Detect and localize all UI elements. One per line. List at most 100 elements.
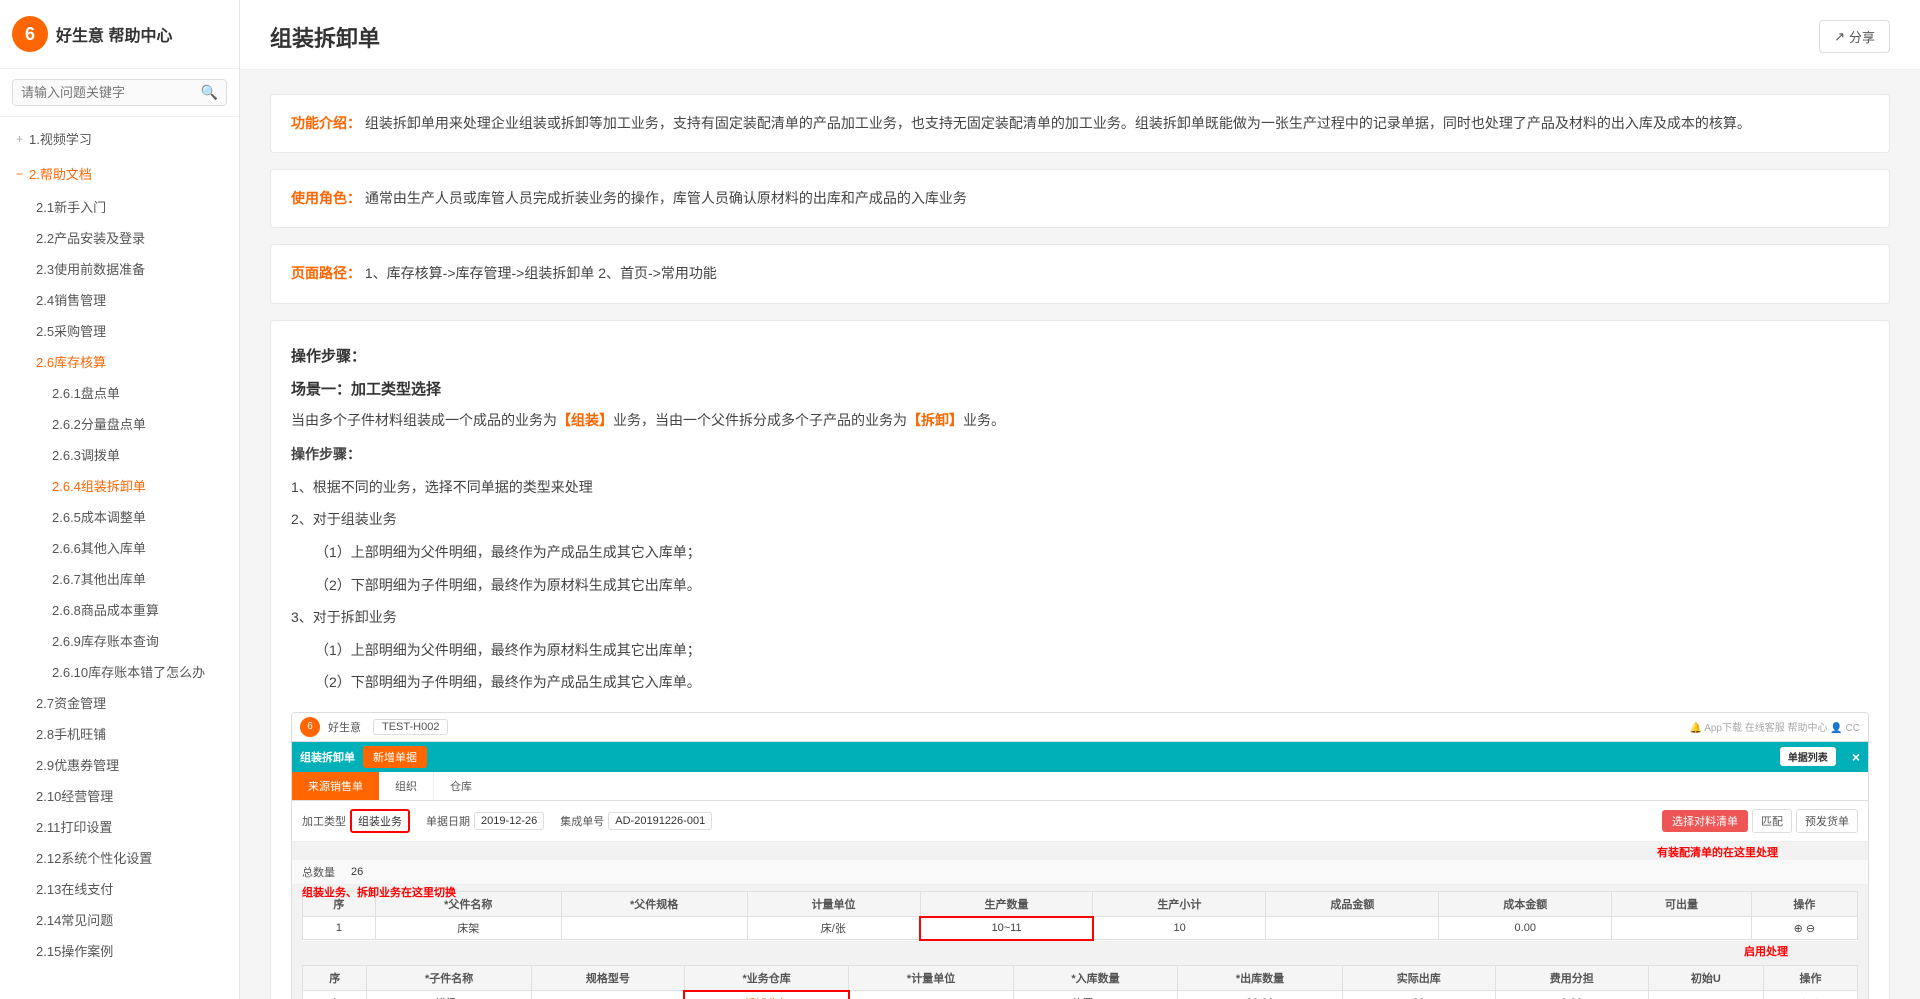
sidebar-item-label: 2.帮助文档	[29, 164, 92, 183]
upper-th-2: *父件规格	[561, 891, 747, 917]
mock-match-btn[interactable]: 匹配	[1752, 809, 1792, 833]
step2-1: （1）上部明细为父件明细，最终作为产成品生成其它入库单；	[291, 539, 1869, 566]
upper-cell-amount	[1266, 917, 1439, 940]
search-box: 🔍	[0, 69, 239, 117]
step1: 1、根据不同的业务，选择不同单据的类型来处理	[291, 474, 1869, 501]
sidebar-item-inventory[interactable]: 2.6库存核算	[0, 346, 239, 377]
step2: 2、对于组装业务	[291, 506, 1869, 533]
sidebar-item-other-out[interactable]: 2.6.7其他出库单	[0, 563, 239, 594]
sidebar-item-install[interactable]: 2.2产品安装及登录	[0, 222, 239, 253]
sidebar-item-newbie[interactable]: 2.1新手入门	[0, 191, 239, 222]
mock-upper-table: 序 *父件名称 *父件规格 计量单位 生产数量 生产小计 成品金额 成本金额 可…	[302, 891, 1858, 941]
func-intro-block: 功能介绍： 组装拆卸单用来处理企业组装或拆卸等加工业务，支持有固定装配清单的产品…	[270, 94, 1890, 153]
lower-th-9: 初始U	[1648, 965, 1763, 991]
sidebar-item-coupon[interactable]: 2.9优惠券管理	[0, 749, 239, 780]
sidebar-item-stock-error[interactable]: 2.6.10库存账本错了怎么办	[0, 656, 239, 687]
upper-cell-qty[interactable]: 10~11	[920, 917, 1093, 940]
mock-date-val[interactable]: 2019-12-26	[474, 812, 544, 830]
step3-1: （1）上部明细为父件明细，最终作为原材料生成其它出库单；	[291, 637, 1869, 664]
mock-topbar-id: TEST-H002	[373, 719, 448, 735]
mock-type-label: 加工类型	[302, 813, 346, 829]
sidebar-item-transfer[interactable]: 2.6.3调拨单	[0, 439, 239, 470]
mock-tab-new[interactable]: 来源销售单	[292, 772, 379, 800]
role-label: 使用角色：	[291, 190, 361, 206]
sidebar-item-other-in[interactable]: 2.6.6其他入库单	[0, 532, 239, 563]
annotation3-text: 启用处理	[292, 943, 1868, 963]
lower-cell-warehouse[interactable]: 拆卸业务	[684, 991, 848, 999]
sidebar-item-print[interactable]: 2.11打印设置	[0, 811, 239, 842]
mock-lower-table-wrap: 序 *子件名称 规格型号 *业务仓库 *计量单位 *入库数量 *出库数量 实际出…	[302, 965, 1858, 999]
mock-type-field: 加工类型 组装业务	[302, 809, 410, 833]
sidebar-item-faq[interactable]: 2.14常见问题	[0, 904, 239, 935]
sidebar-item-partial-stocktake[interactable]: 2.6.2分量盘点单	[0, 408, 239, 439]
sidebar-item-ops[interactable]: 2.10经营管理	[0, 780, 239, 811]
upper-cell-avail	[1612, 917, 1752, 940]
sidebar-item-docs[interactable]: − 2.帮助文档	[0, 156, 239, 191]
sidebar-item-cost-recalc[interactable]: 2.6.8商品成本重算	[0, 594, 239, 625]
sidebar-item-data-prep[interactable]: 2.3使用前数据准备	[0, 253, 239, 284]
mock-form-area: 加工类型 组装业务 单据日期 2019-12-26 集成单号 AD-201912…	[292, 801, 1868, 842]
sidebar-item-finance[interactable]: 2.7资金管理	[0, 687, 239, 718]
mock-date-field: 单据日期 2019-12-26	[426, 812, 544, 830]
mock-count-val: 26	[351, 866, 363, 878]
sidebar-item-customize[interactable]: 2.12系统个性化设置	[0, 842, 239, 873]
sidebar-item-stock-ledger[interactable]: 2.6.9库存账本查询	[0, 625, 239, 656]
step3: 3、对于拆卸业务	[291, 604, 1869, 631]
mock-bom-btn[interactable]: 选择对料清单	[1662, 810, 1748, 832]
upper-th-6: 成品金额	[1266, 891, 1439, 917]
mock-count-label: 总数量	[302, 864, 335, 880]
func-intro-text: 组装拆卸单用来处理企业组装或拆卸等加工业务，支持有固定装配清单的产品加工业务，也…	[365, 115, 1751, 131]
lower-th-8: 费用分担	[1495, 965, 1648, 991]
upper-cell-cost: 0.00	[1439, 917, 1612, 940]
sidebar-item-online-pay[interactable]: 2.13在线支付	[0, 873, 239, 904]
sidebar-item-mobile[interactable]: 2.8手机旺铺	[0, 718, 239, 749]
mock-teal-bar: 组装拆卸单 新增单据 单据列表 ×	[292, 742, 1868, 772]
upper-cell-subtotal: 10	[1093, 917, 1266, 940]
logo-icon: 6	[12, 16, 48, 52]
lower-cell-seq: 1	[303, 991, 367, 999]
upper-cell-spec	[561, 917, 747, 940]
sidebar-item-assembly[interactable]: 2.6.4组装拆卸单	[0, 470, 239, 501]
sidebar-item-purchase[interactable]: 2.5采购管理	[0, 315, 239, 346]
mock-close-btn[interactable]: ×	[1852, 749, 1860, 765]
sidebar-item-sales[interactable]: 2.4销售管理	[0, 284, 239, 315]
mock-new-btn[interactable]: 新增单据	[363, 746, 427, 768]
lower-th-7: 实际出库	[1342, 965, 1495, 991]
step2-2: （2）下部明细为子件明细，最终作为原材料生成其它出库单。	[291, 572, 1869, 599]
mock-upper-table-wrap: 序 *父件名称 *父件规格 计量单位 生产数量 生产小计 成品金额 成本金额 可…	[302, 891, 1858, 941]
step3-2: （2）下部明细为子件明细，最终作为产成品生成其它入库单。	[291, 669, 1869, 696]
sidebar-item-cost-adjust[interactable]: 2.6.5成本调整单	[0, 501, 239, 532]
search-input-wrap[interactable]: 🔍	[12, 79, 227, 106]
sidebar-item-cases[interactable]: 2.15操作案例	[0, 935, 239, 966]
search-input[interactable]	[21, 85, 201, 100]
mock-tab-org[interactable]: 组织	[379, 772, 434, 800]
sidebar-header: 6 好生意 帮助中心	[0, 0, 239, 69]
content-header: 组装拆卸单 ↗ 分享	[240, 0, 1920, 70]
annotation2-text: 组装业务、拆卸业务在这里切换	[302, 884, 456, 900]
sidebar-item-stocktake[interactable]: 2.6.1盘点单	[0, 377, 239, 408]
mock-tabs: 来源销售单 组织 仓库	[292, 772, 1868, 801]
role-text: 通常由生产人员或库管人员完成折装业务的操作，库管人员确认原材料的出库和产成品的入…	[365, 190, 967, 206]
lower-cell-unit	[849, 991, 1013, 999]
lower-cell-fee: 0.00	[1495, 991, 1648, 999]
mock-code-field: 集成单号 AD-20191226-001	[560, 812, 712, 830]
mock-type-input[interactable]: 组装业务	[350, 809, 410, 833]
lower-th-5: *入库数量	[1013, 965, 1177, 991]
path-block: 页面路径： 1、库存核算->库存管理->组装拆卸单 2、首页->常用功能	[270, 244, 1890, 303]
mock-presale-btn[interactable]: 预发货单	[1796, 809, 1858, 833]
lower-th-3: *业务仓库	[684, 965, 848, 991]
mock-bill-list-btn[interactable]: 单据列表	[1780, 747, 1836, 766]
mock-bom-btn-area: 选择对料清单 匹配 预发货单	[1662, 809, 1858, 833]
search-icon[interactable]: 🔍	[201, 84, 218, 101]
sidebar-item-video[interactable]: + 1.视频学习	[0, 121, 239, 156]
upper-th-9: 操作	[1751, 891, 1857, 917]
upper-cell-name: 床架	[375, 917, 561, 940]
share-button[interactable]: ↗ 分享	[1819, 20, 1890, 53]
annotation1-text: 有装配清单的在这里处理	[302, 842, 1858, 860]
upper-th-7: 成本金额	[1439, 891, 1612, 917]
mock-tab-warehouse[interactable]: 仓库	[434, 772, 488, 800]
upper-cell-unit: 床/张	[747, 917, 920, 940]
page-title: 组装拆卸单	[270, 21, 380, 53]
lower-cell-spec	[531, 991, 684, 999]
sidebar-item-label: 1.视频学习	[29, 129, 92, 148]
